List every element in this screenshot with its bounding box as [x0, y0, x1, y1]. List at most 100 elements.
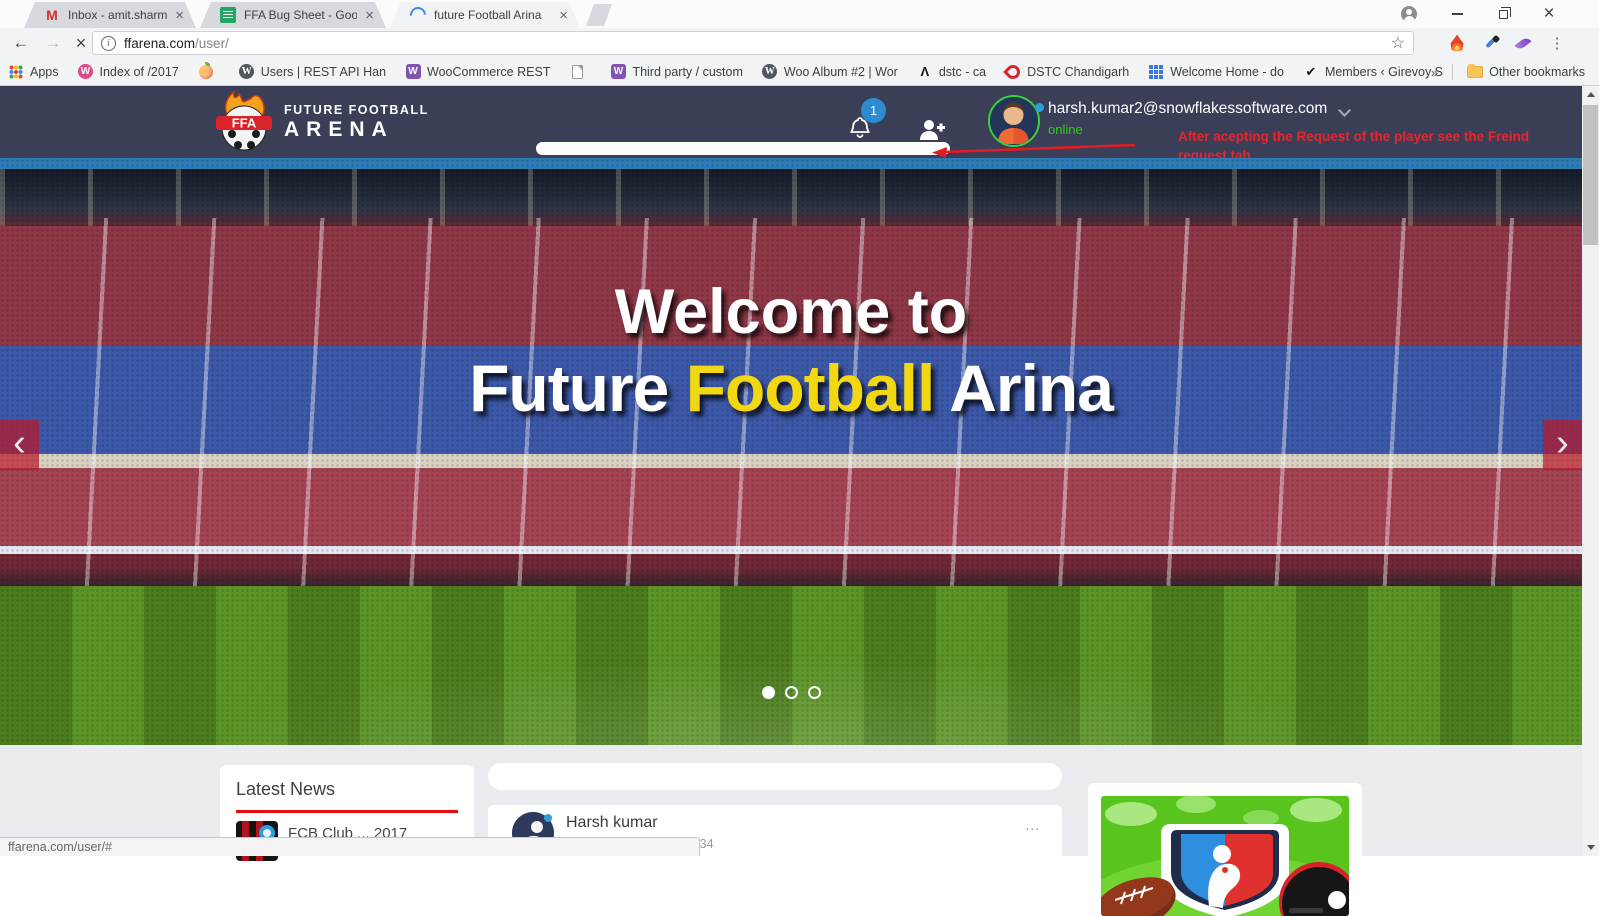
folder-icon	[1467, 64, 1484, 78]
tab-future-football-arina[interactable]: future Football Arina ×	[390, 2, 580, 28]
restore-icon	[1498, 6, 1511, 19]
blank-page-icon	[571, 64, 583, 79]
woocommerce-icon: W	[610, 64, 626, 79]
arrow-up-icon	[1586, 92, 1595, 97]
bookmark-item[interactable]: W Third party / custom	[610, 64, 743, 80]
browser-profile-button[interactable]	[1392, 0, 1426, 28]
page-info-icon[interactable]: i	[101, 35, 116, 51]
divider	[1452, 64, 1454, 80]
apps-grid-icon	[9, 64, 23, 79]
tab-close-icon[interactable]: ×	[559, 8, 568, 23]
extension-colorpicker-button[interactable]	[1478, 31, 1504, 55]
user-online-status: online	[1048, 122, 1083, 137]
bookmark-item[interactable]: W Index of /2017	[78, 64, 179, 80]
carousel-prev-button[interactable]: ‹	[0, 420, 39, 470]
carousel-next-button[interactable]: ›	[1543, 420, 1582, 470]
post-menu-button[interactable]: ...	[1025, 817, 1040, 833]
wordpress-icon: W	[239, 64, 255, 79]
bookmark-item[interactable]: Λdstc - ca	[917, 64, 987, 80]
bookmark-item[interactable]: W Users | REST API Han	[239, 64, 386, 80]
chevron-down-icon[interactable]	[1338, 104, 1351, 117]
logo-text-line1: FUTURE FOOTBALL	[284, 102, 429, 117]
composer-bar[interactable]	[488, 763, 1062, 790]
gmail-icon: M	[46, 7, 58, 23]
extension-flame-button[interactable]	[1444, 31, 1470, 55]
bookmark-item[interactable]	[198, 61, 220, 80]
link-status-bar: ffarena.com/user/#	[0, 837, 700, 856]
stop-button[interactable]: ×	[68, 31, 94, 55]
tab-ffa-bug-sheet[interactable]: FFA Bug Sheet - Google S ×	[200, 2, 386, 28]
bookmark-item[interactable]: Welcome Home - do	[1148, 64, 1284, 80]
page-scrollbar[interactable]	[1582, 86, 1599, 856]
logo-text-line2: ARENA	[284, 117, 394, 141]
tab-title: future Football Arina	[434, 8, 542, 22]
tab-close-icon[interactable]: ×	[175, 8, 184, 23]
site-header: FFA FUTURE FOOTBALL ARENA 1 harsh.kumar2…	[0, 86, 1582, 163]
browser-menu-button[interactable]: ⋮	[1544, 31, 1570, 55]
feather-icon	[1514, 35, 1532, 51]
post-author-name[interactable]: Harsh kumar	[566, 814, 658, 832]
carousel-dot-3[interactable]	[807, 686, 821, 699]
checkmark-icon: ✔	[1305, 63, 1317, 79]
latest-news-card: Latest News FCB Club ... 2017	[220, 765, 474, 885]
scrollbar-thumb[interactable]	[1583, 105, 1598, 245]
woocommerce-icon: W	[405, 64, 421, 79]
other-bookmarks-button[interactable]: Other bookmarks	[1467, 64, 1585, 80]
loading-spinner-icon	[407, 4, 430, 27]
address-bar[interactable]: i ffarena.com/user/ ☆	[92, 31, 1414, 55]
bookmark-apps[interactable]: Apps	[8, 64, 59, 80]
extension-feather-button[interactable]	[1510, 31, 1536, 55]
bookmark-item[interactable]: DSTC Chandigarh	[1003, 61, 1129, 82]
user-email[interactable]: harsh.kumar2@snowflakessoftware.com	[1048, 100, 1327, 118]
bookmarks-overflow-button[interactable]: »	[1431, 65, 1438, 80]
minimize-icon	[1451, 13, 1463, 15]
hero-title-line2: Future Football Arina	[469, 351, 1114, 425]
arrow-down-icon	[1586, 845, 1595, 850]
tab-gmail[interactable]: M Inbox - amit.sharma@sn ×	[24, 2, 196, 28]
new-tab-button[interactable]	[586, 4, 612, 26]
online-dot	[544, 814, 552, 822]
scroll-down-button[interactable]	[1582, 839, 1599, 856]
wordpress-icon: W	[762, 64, 778, 79]
browser-toolbar: ← → × i ffarena.com/user/ ☆ ⋮	[0, 28, 1599, 58]
avatar-illustration	[990, 97, 1037, 144]
close-icon: ×	[1543, 3, 1555, 24]
promo-card[interactable]	[1088, 783, 1362, 916]
tab-title: Inbox - amit.sharma@sn	[68, 8, 168, 22]
annotation-arrow	[932, 143, 1136, 158]
hero-carousel: Welcome to Future Football Arina ‹ ›	[0, 158, 1582, 745]
forward-button[interactable]: →	[40, 31, 66, 55]
tab-title: FFA Bug Sheet - Google S	[244, 8, 358, 22]
site-logo[interactable]: FFA FUTURE FOOTBALL ARENA	[214, 88, 474, 156]
window-minimize-button[interactable]	[1440, 0, 1474, 28]
scroll-up-button[interactable]	[1582, 86, 1599, 103]
window-close-button[interactable]: ×	[1532, 0, 1566, 28]
bookmark-star-icon[interactable]: ☆	[1391, 33, 1405, 53]
ffa-logo-icon: FFA	[216, 90, 272, 151]
kebab-menu-icon: ⋮	[1549, 35, 1565, 52]
bookmark-item[interactable]	[569, 64, 591, 80]
svg-text:FFA: FFA	[232, 116, 257, 131]
notification-count-badge[interactable]: 1	[861, 98, 886, 123]
window-restore-button[interactable]	[1486, 0, 1520, 28]
bookmark-item[interactable]: W WooCommerce REST	[405, 64, 550, 80]
football-promo-image	[1101, 796, 1349, 916]
tab-close-icon[interactable]: ×	[365, 8, 374, 23]
carousel-dot-1[interactable]	[761, 686, 775, 699]
caret-icon: Λ	[920, 64, 930, 79]
bookmark-item[interactable]: W Woo Album #2 | Wor	[762, 64, 898, 80]
peach-icon	[198, 61, 213, 79]
carousel-dot-2[interactable]	[784, 686, 798, 699]
blue-grid-icon	[1149, 64, 1164, 79]
flame-icon	[1450, 34, 1464, 52]
carousel-indicators	[0, 686, 1582, 699]
latest-news-title: Latest News	[236, 779, 336, 799]
profile-icon	[1401, 6, 1417, 22]
header-search-bar[interactable]	[536, 142, 950, 155]
url-text: ffarena.com/user/	[124, 35, 229, 51]
red-divider	[236, 810, 458, 813]
browser-titlebar: M Inbox - amit.sharma@sn × FFA Bug Sheet…	[0, 0, 1599, 28]
back-button[interactable]: ←	[8, 31, 34, 55]
google-sheets-icon	[220, 7, 236, 23]
bookmark-item[interactable]: ✔ Members ‹ Girevoy S	[1303, 64, 1443, 80]
